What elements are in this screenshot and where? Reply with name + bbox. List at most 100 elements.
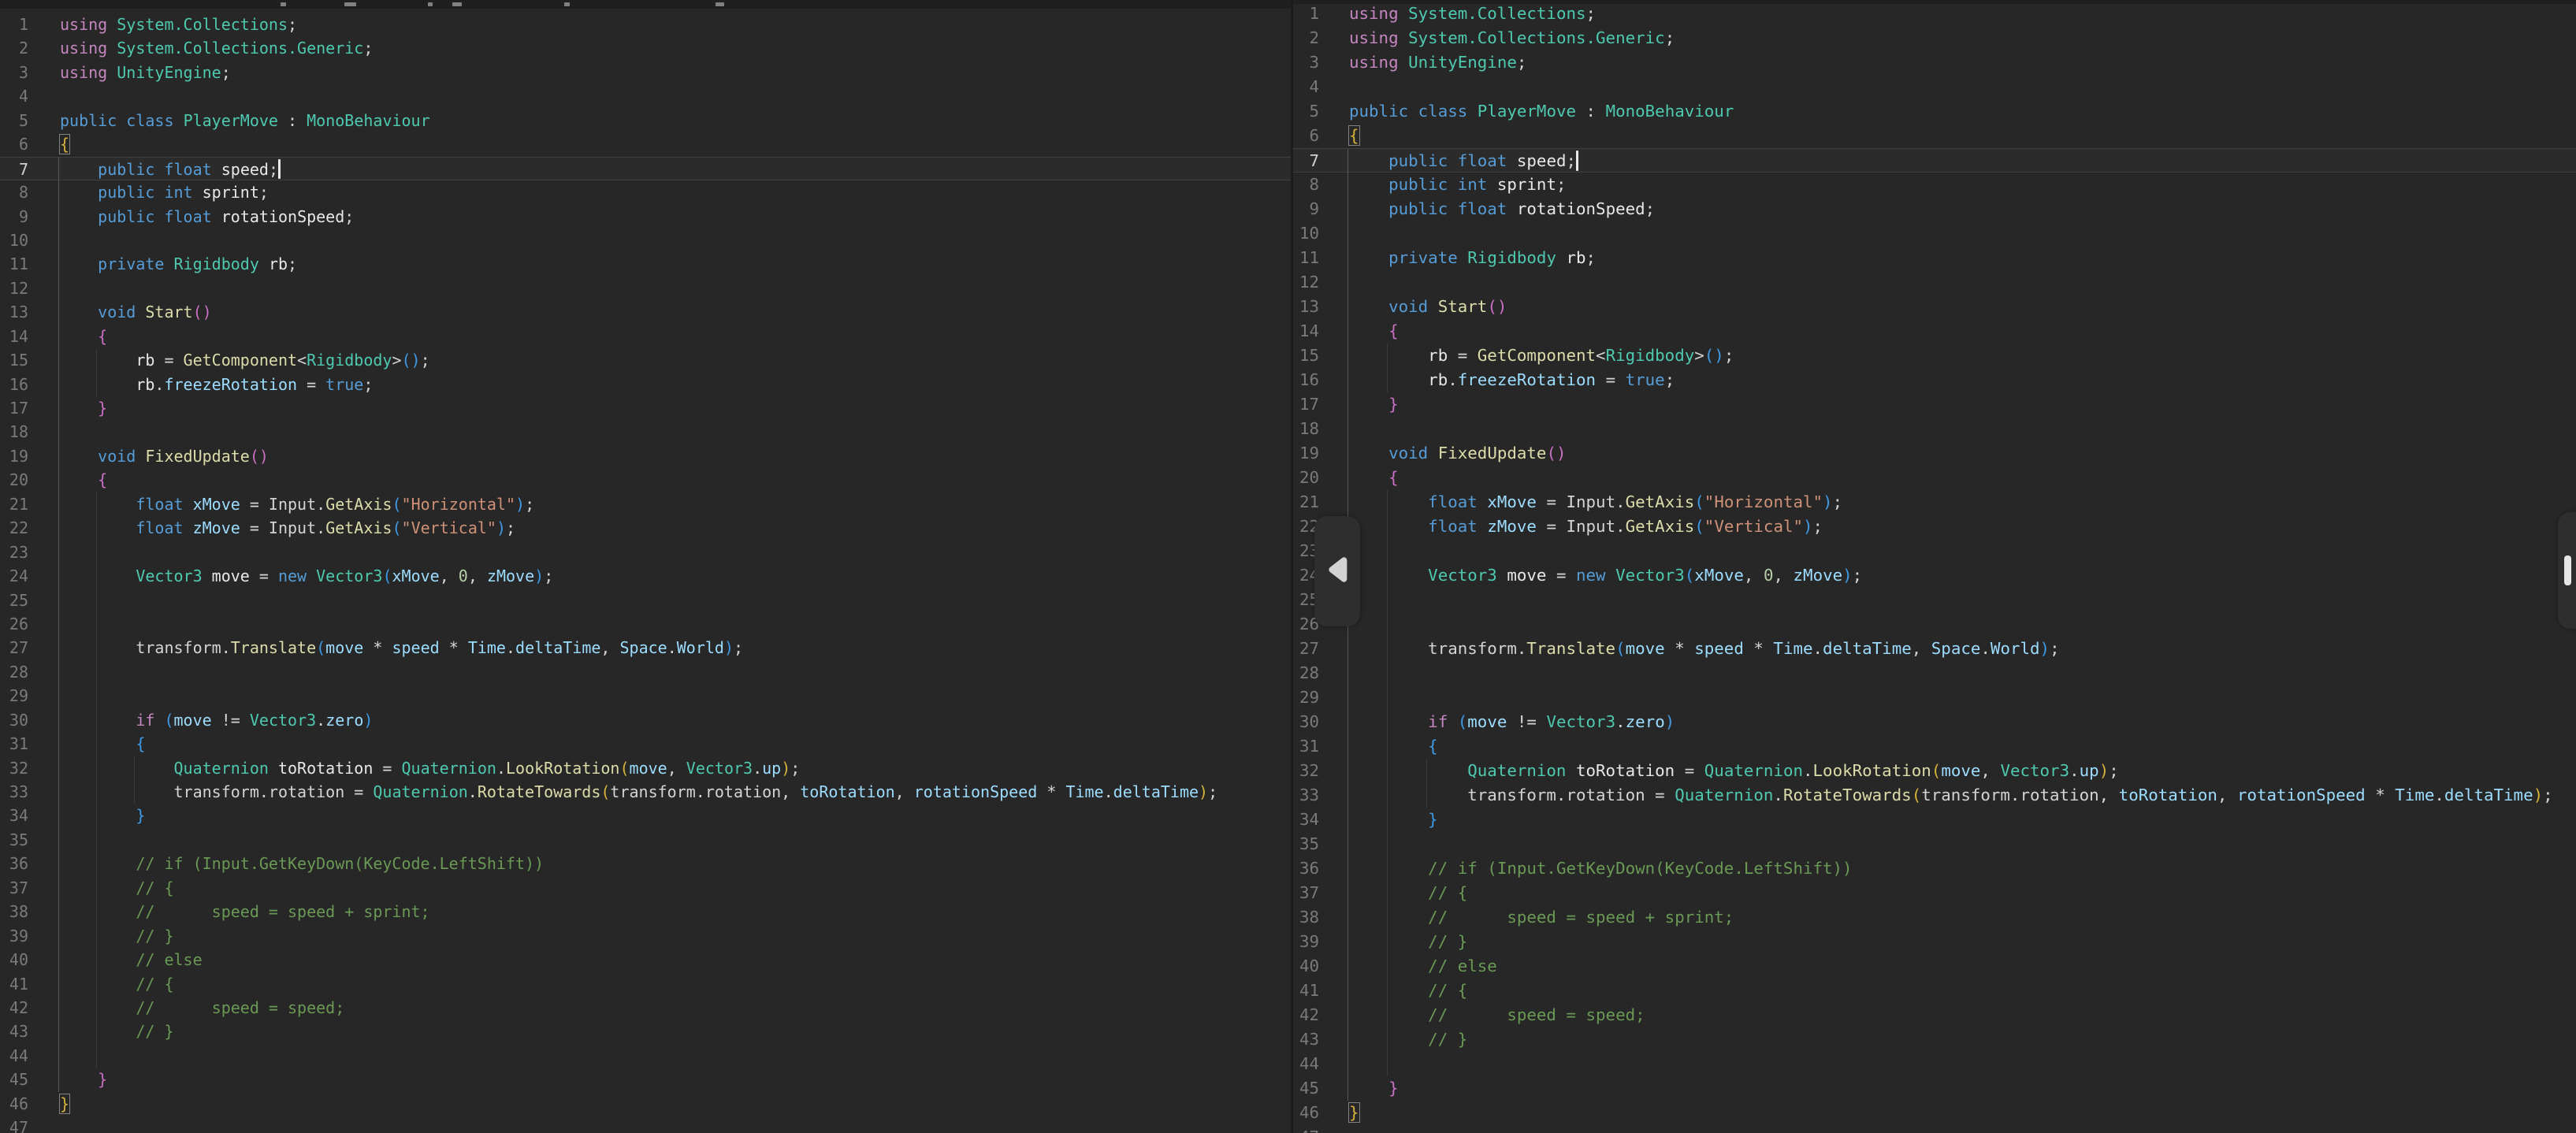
line-number[interactable]: 31	[0, 732, 28, 756]
code-line-2[interactable]: 2using System.Collections.Generic;	[0, 36, 1291, 60]
code-line-14[interactable]: 14 {	[0, 325, 1291, 348]
code-line-7[interactable]: 7 public float speed;	[1293, 148, 2576, 173]
code-line-31[interactable]: 31 {	[0, 732, 1291, 756]
line-number[interactable]: 45	[0, 1068, 28, 1091]
code-line-3[interactable]: 3using UnityEngine;	[0, 61, 1291, 84]
code-line-41[interactable]: 41 // {	[1293, 979, 2576, 1003]
line-number[interactable]: 6	[1293, 124, 1319, 148]
code-line-2[interactable]: 2using System.Collections.Generic;	[1293, 26, 2576, 50]
line-number[interactable]: 28	[1293, 661, 1319, 685]
line-number[interactable]: 12	[0, 277, 28, 300]
code-line-24[interactable]: 24 Vector3 move = new Vector3(xMove, 0, …	[0, 564, 1291, 588]
code-line-24[interactable]: 24 Vector3 move = new Vector3(xMove, 0, …	[1293, 563, 2576, 588]
line-number[interactable]: 10	[0, 228, 28, 252]
line-number[interactable]: 15	[0, 348, 28, 372]
code-line-17[interactable]: 17 }	[0, 396, 1291, 420]
line-number[interactable]: 2	[0, 36, 28, 60]
line-number[interactable]: 30	[0, 708, 28, 732]
code-line-25[interactable]: 25	[0, 589, 1291, 612]
line-number[interactable]: 34	[1293, 808, 1319, 832]
line-number[interactable]: 28	[0, 660, 28, 684]
line-number[interactable]: 18	[1293, 417, 1319, 441]
line-number[interactable]: 20	[1293, 466, 1319, 490]
line-number[interactable]: 16	[1293, 368, 1319, 392]
code-line-10[interactable]: 10	[1293, 221, 2576, 246]
code-line-9[interactable]: 9 public float rotationSpeed;	[0, 205, 1291, 228]
code-line-37[interactable]: 37 // {	[1293, 881, 2576, 905]
code-line-18[interactable]: 18	[1293, 417, 2576, 441]
code-line-25[interactable]: 25	[1293, 588, 2576, 612]
code-line-36[interactable]: 36 // if (Input.GetKeyDown(KeyCode.LeftS…	[0, 852, 1291, 875]
code-line-44[interactable]: 44	[1293, 1052, 2576, 1076]
code-line-28[interactable]: 28	[0, 660, 1291, 684]
code-line-45[interactable]: 45 }	[0, 1068, 1291, 1091]
code-line-7[interactable]: 7 public float speed;	[0, 157, 1291, 180]
code-line-1[interactable]: 1using System.Collections;	[1293, 2, 2576, 26]
code-line-6[interactable]: 6{	[0, 132, 1291, 156]
line-number[interactable]: 9	[0, 205, 28, 228]
line-number[interactable]: 47	[1293, 1125, 1319, 1133]
line-number[interactable]: 24	[0, 564, 28, 588]
line-number[interactable]: 44	[1293, 1052, 1319, 1076]
line-number[interactable]: 41	[1293, 979, 1319, 1003]
line-number[interactable]: 46	[1293, 1101, 1319, 1125]
line-number[interactable]: 21	[1293, 490, 1319, 514]
code-line-5[interactable]: 5public class PlayerMove : MonoBehaviour	[0, 109, 1291, 132]
line-number[interactable]: 3	[1293, 50, 1319, 75]
code-line-27[interactable]: 27 transform.Translate(move * speed * Ti…	[1293, 637, 2576, 661]
line-number[interactable]: 37	[1293, 881, 1319, 905]
code-line-39[interactable]: 39 // }	[0, 924, 1291, 948]
line-number[interactable]: 39	[1293, 930, 1319, 954]
code-line-33[interactable]: 33 transform.rotation = Quaternion.Rotat…	[0, 780, 1291, 804]
line-number[interactable]: 18	[0, 420, 28, 444]
code-line-31[interactable]: 31 {	[1293, 734, 2576, 759]
code-line-26[interactable]: 26	[1293, 612, 2576, 637]
code-line-43[interactable]: 43 // }	[1293, 1027, 2576, 1052]
code-line-36[interactable]: 36 // if (Input.GetKeyDown(KeyCode.LeftS…	[1293, 856, 2576, 881]
code-line-10[interactable]: 10	[0, 228, 1291, 252]
code-line-15[interactable]: 15 rb = GetComponent<Rigidbody>();	[1293, 344, 2576, 368]
code-line-21[interactable]: 21 float xMove = Input.GetAxis("Horizont…	[1293, 490, 2576, 514]
line-number[interactable]: 8	[0, 180, 28, 204]
line-number[interactable]: 32	[0, 756, 28, 780]
line-number[interactable]: 19	[1293, 441, 1319, 466]
code-line-29[interactable]: 29	[1293, 685, 2576, 710]
line-number[interactable]: 33	[0, 780, 28, 804]
code-line-27[interactable]: 27 transform.Translate(move * speed * Ti…	[0, 636, 1291, 659]
line-number[interactable]: 10	[1293, 221, 1319, 246]
line-number[interactable]: 23	[0, 540, 28, 564]
code-line-19[interactable]: 19 void FixedUpdate()	[0, 444, 1291, 468]
code-line-4[interactable]: 4	[0, 84, 1291, 108]
code-line-22[interactable]: 22 float zMove = Input.GetAxis("Vertical…	[0, 516, 1291, 540]
code-editor-pane-left[interactable]: 1using System.Collections;2using System.…	[0, 0, 1291, 1133]
line-number[interactable]: 5	[1293, 99, 1319, 124]
line-number[interactable]: 13	[0, 300, 28, 324]
code-line-39[interactable]: 39 // }	[1293, 930, 2576, 954]
code-line-40[interactable]: 40 // else	[1293, 954, 2576, 979]
line-number[interactable]: 19	[0, 444, 28, 468]
code-line-9[interactable]: 9 public float rotationSpeed;	[1293, 197, 2576, 221]
line-number[interactable]: 21	[0, 492, 28, 516]
code-line-20[interactable]: 20 {	[0, 468, 1291, 492]
code-line-12[interactable]: 12	[0, 277, 1291, 300]
line-number[interactable]: 33	[1293, 783, 1319, 808]
code-line-43[interactable]: 43 // }	[0, 1020, 1291, 1043]
line-number[interactable]: 27	[1293, 637, 1319, 661]
line-number[interactable]: 38	[1293, 905, 1319, 930]
code-line-20[interactable]: 20 {	[1293, 466, 2576, 490]
line-number[interactable]: 12	[1293, 270, 1319, 295]
line-number[interactable]: 5	[0, 109, 28, 132]
line-number[interactable]: 41	[0, 972, 28, 996]
line-number[interactable]: 16	[0, 373, 28, 396]
code-line-13[interactable]: 13 void Start()	[0, 300, 1291, 324]
code-line-47[interactable]: 47	[0, 1116, 1291, 1133]
line-number[interactable]: 45	[1293, 1076, 1319, 1101]
line-number[interactable]: 17	[0, 396, 28, 420]
code-line-38[interactable]: 38 // speed = speed + sprint;	[1293, 905, 2576, 930]
code-line-5[interactable]: 5public class PlayerMove : MonoBehaviour	[1293, 99, 2576, 124]
collapse-left-pane-button[interactable]	[1314, 516, 1360, 626]
line-number[interactable]: 35	[1293, 832, 1319, 856]
line-number[interactable]: 43	[0, 1020, 28, 1043]
line-number[interactable]: 37	[0, 876, 28, 900]
code-line-16[interactable]: 16 rb.freezeRotation = true;	[0, 373, 1291, 396]
